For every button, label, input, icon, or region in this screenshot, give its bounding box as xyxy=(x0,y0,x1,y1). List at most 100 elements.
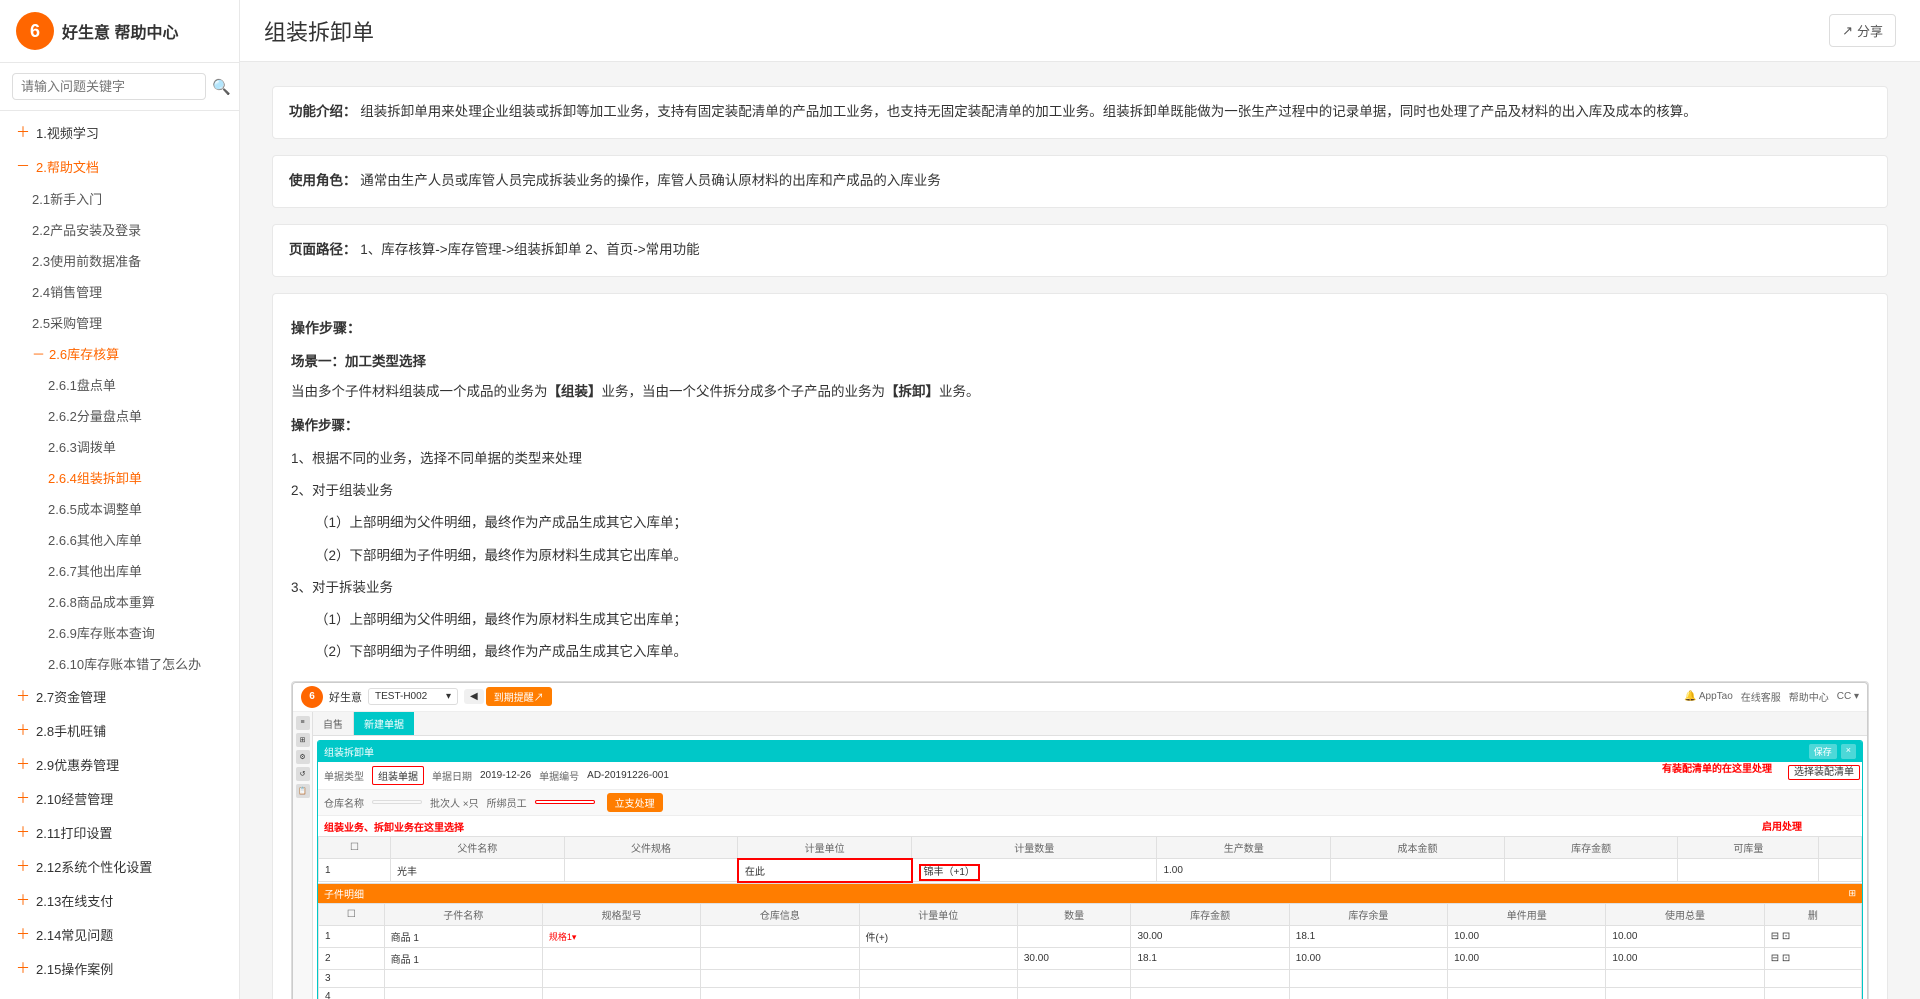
sidebar-item-2-8[interactable]: ＋ 2.8手机旺铺 xyxy=(0,713,239,747)
func-intro-text: 组装拆卸单用来处理企业组装或拆卸等加工业务，支持有固定装配清单的产品加工业务，也… xyxy=(360,104,1697,119)
nav-section: ＋ 1.视频学习 － 2.帮助文档 2.1新手入门 2.2产品安装及登录 2.3… xyxy=(0,111,239,989)
search-input[interactable] xyxy=(12,73,206,100)
ops-steps-title: 操作步骤： xyxy=(291,414,1869,438)
mini-popup-actions: 保存 × xyxy=(1809,744,1856,759)
sidebar-item-2-6-3[interactable]: 2.6.3调拨单 xyxy=(0,431,239,462)
path-block: 页面路径： 1、库存核算->库存管理->组装拆卸单 2、首页->常用功能 xyxy=(272,224,1888,277)
mini-date-label: 单据日期 xyxy=(432,768,472,783)
mini-select: TEST-H002 ▾ xyxy=(368,688,458,705)
sidebar-item-2-1[interactable]: 2.1新手入门 xyxy=(0,183,239,214)
upper-table-row-1: 1 光丰 在此 锦丰（+1） 1.00 xyxy=(319,859,1862,882)
path-text: 1、库存核算->库存管理->组装拆卸单 2、首页->常用功能 xyxy=(360,242,699,257)
role-block: 使用角色： 通常由生产人员或库管人员完成拆装业务的操作，库管人员确认原材料的出库… xyxy=(272,155,1888,208)
mini-qty-label: 批次人 ×只 xyxy=(430,795,479,810)
sidebar-item-2-6-1[interactable]: 2.6.1盘点单 xyxy=(0,369,239,400)
col-prod-qty: 生产数量 xyxy=(1157,836,1331,859)
lower-row-4: 4 xyxy=(319,987,1862,999)
mini-icon-bar: 🔔 AppTao 在线客服 帮助中心 CC ▾ xyxy=(1684,689,1859,704)
minus-icon: － xyxy=(16,156,30,176)
mini-code-value: AD-20191226-001 xyxy=(587,770,669,781)
mini-icon-4: ↺ xyxy=(296,767,310,781)
sidebar-item-2-14[interactable]: ＋ 2.14常见问题 xyxy=(0,917,239,951)
mini-tab-neworder[interactable]: 新建单据 xyxy=(354,712,414,735)
main-area: 组装拆卸单 ↗ 分享 功能介绍： 组装拆卸单用来处理企业组装或拆卸等加工业务，支… xyxy=(240,0,1920,999)
step-2: 2、对于组装业务 xyxy=(291,479,1869,503)
role-text: 通常由生产人员或库管人员完成拆装业务的操作，库管人员确认原材料的出库和产成品的入… xyxy=(360,173,941,188)
col-parent-spec: 父件规格 xyxy=(564,836,738,859)
step-1: 1、根据不同的业务，选择不同单据的类型来处理 xyxy=(291,447,1869,471)
step-3-1: （1）上部明细为父件明细，最终作为原材料生成其它出库单； xyxy=(291,608,1869,632)
sidebar-item-2-15[interactable]: ＋ 2.15操作案例 xyxy=(0,951,239,985)
sidebar-item-2-6-2[interactable]: 2.6.2分量盘点单 xyxy=(0,400,239,431)
mini-fields-row: 单据类型 组装单据 单据日期 2019-12-26 单据编号 AD-201912… xyxy=(318,762,1862,790)
sidebar-item-2-11[interactable]: ＋ 2.11打印设置 xyxy=(0,815,239,849)
mini-annotation-row: 组装业务、拆卸业务在这里选择 启用处理 xyxy=(318,816,1862,836)
sidebar-item-2-13[interactable]: ＋ 2.13在线支付 xyxy=(0,883,239,917)
annotation-2-label: 组装业务、拆卸业务在这里选择 xyxy=(324,823,464,834)
mini-form-area: 自售 新建单据 组装拆卸单 保存 × xyxy=(313,712,1867,999)
search-box: 🔍 xyxy=(0,63,239,111)
sidebar-item-1[interactable]: ＋ 1.视频学习 xyxy=(0,115,239,149)
plus-icon: ＋ xyxy=(16,122,30,142)
col-unit: 计量单位 xyxy=(738,836,912,859)
mini-popup-titlebar: 组装拆卸单 保存 × xyxy=(318,741,1862,762)
share-icon: ↗ xyxy=(1842,23,1853,39)
minus-icon-2-6: － xyxy=(32,344,45,363)
logo-icon: 6 xyxy=(16,12,54,50)
mini-save-btn[interactable]: 保存 xyxy=(1809,744,1837,759)
sidebar-item-2-7[interactable]: ＋ 2.7资金管理 xyxy=(0,679,239,713)
func-intro-block: 功能介绍： 组装拆卸单用来处理企业组装或拆卸等加工业务，支持有固定装配清单的产品… xyxy=(272,86,1888,139)
mini-brand: 好生意 xyxy=(329,689,362,705)
mini-sidebar-strip: ≡ ⊞ ⚙ ↺ 📋 xyxy=(293,712,313,999)
sidebar-item-2-12[interactable]: ＋ 2.12系统个性化设置 xyxy=(0,849,239,883)
brand-name: 好生意 帮助中心 xyxy=(62,19,178,43)
lower-row-2: 2 商品 1 30.00 18.1 10.00 xyxy=(319,947,1862,969)
sidebar: 6 好生意 帮助中心 🔍 ＋ 1.视频学习 － 2.帮助文档 2.1新手入门 2… xyxy=(0,0,240,999)
mini-warehouse-input xyxy=(372,800,422,804)
mini-close-btn[interactable]: × xyxy=(1841,744,1856,759)
mini-code-label: 单据编号 xyxy=(539,768,579,783)
col-parent-name: 父件名称 xyxy=(390,836,564,859)
sidebar-item-2-6-7[interactable]: 2.6.7其他出库单 xyxy=(0,555,239,586)
annotation-3-label: 启用处理 xyxy=(1762,818,1802,833)
mini-icon-5: 📋 xyxy=(296,784,310,798)
ops-title: 操作步骤： xyxy=(291,318,1869,338)
sidebar-item-2-6[interactable]: － 2.6库存核算 xyxy=(0,338,239,369)
path-label: 页面路径： xyxy=(289,242,357,257)
sidebar-item-2-6-4[interactable]: 2.6.4组装拆卸单 xyxy=(0,462,239,493)
sidebar-item-2-5[interactable]: 2.5采购管理 xyxy=(0,307,239,338)
sidebar-item-2-6-5[interactable]: 2.6.5成本调整单 xyxy=(0,493,239,524)
sidebar-item-2-6-6[interactable]: 2.6.6其他入库单 xyxy=(0,524,239,555)
sidebar-item-2-6-9[interactable]: 2.6.9库存账本查询 xyxy=(0,617,239,648)
mini-upper-table-container: ☐ 父件名称 父件规格 计量单位 计量数量 生产数量 成本金额 xyxy=(318,836,1862,884)
sidebar-item-2-6-8[interactable]: 2.6.8商品成本重算 xyxy=(0,586,239,617)
sidebar-item-2-9[interactable]: ＋ 2.9优惠券管理 xyxy=(0,747,239,781)
screenshot-container: 6 好生意 TEST-H002 ▾ ◀ 到期提醒↗ 🔔 AppTao 在线客 xyxy=(291,681,1869,999)
sidebar-item-2-4[interactable]: 2.4销售管理 xyxy=(0,276,239,307)
share-button[interactable]: ↗ 分享 xyxy=(1829,14,1896,47)
col-cost: 成本金额 xyxy=(1331,836,1505,859)
sidebar-item-2[interactable]: － 2.帮助文档 xyxy=(0,149,239,183)
mini-expand-icon[interactable]: ⊞ xyxy=(1848,888,1856,899)
col-avail: 可库量 xyxy=(1678,836,1819,859)
col-stock-amount: 库存金额 xyxy=(1504,836,1678,859)
mini-tab-zishou[interactable]: 自售 xyxy=(313,712,354,735)
page-title: 组装拆卸单 xyxy=(264,15,374,47)
mini-lower-table-container: ☐ 子件名称 规格型号 仓库信息 计量单位 数量 库存金额 库存 xyxy=(318,903,1862,999)
main-header: 组装拆卸单 ↗ 分享 xyxy=(240,0,1920,62)
sidebar-item-2-10[interactable]: ＋ 2.10经营管理 xyxy=(0,781,239,815)
ops-block: 操作步骤： 场景一：加工类型选择 当由多个子件材料组装成一个成品的业务为【组装】… xyxy=(272,293,1888,999)
sidebar-item-2-2[interactable]: 2.2产品安装及登录 xyxy=(0,214,239,245)
col-qty: 计量数量 xyxy=(912,836,1157,859)
mini-tab-row: 自售 新建单据 xyxy=(313,712,1867,736)
share-label: 分享 xyxy=(1857,21,1883,40)
search-icon[interactable]: 🔍 xyxy=(212,78,231,96)
sidebar-item-2-3[interactable]: 2.3使用前数据准备 xyxy=(0,245,239,276)
mini-icon-3: ⚙ xyxy=(296,750,310,764)
mini-confirm-btn[interactable]: 立支处理 xyxy=(607,793,663,812)
mini-person-label: 所绑员工 xyxy=(487,795,527,810)
step-3-2: （2）下部明细为子件明细，最终作为产成品生成其它入库单。 xyxy=(291,640,1869,664)
sidebar-item-2-6-10[interactable]: 2.6.10库存账本错了怎么办 xyxy=(0,648,239,679)
mini-logo: 6 xyxy=(301,686,323,708)
sidebar-header: 6 好生意 帮助中心 xyxy=(0,0,239,63)
